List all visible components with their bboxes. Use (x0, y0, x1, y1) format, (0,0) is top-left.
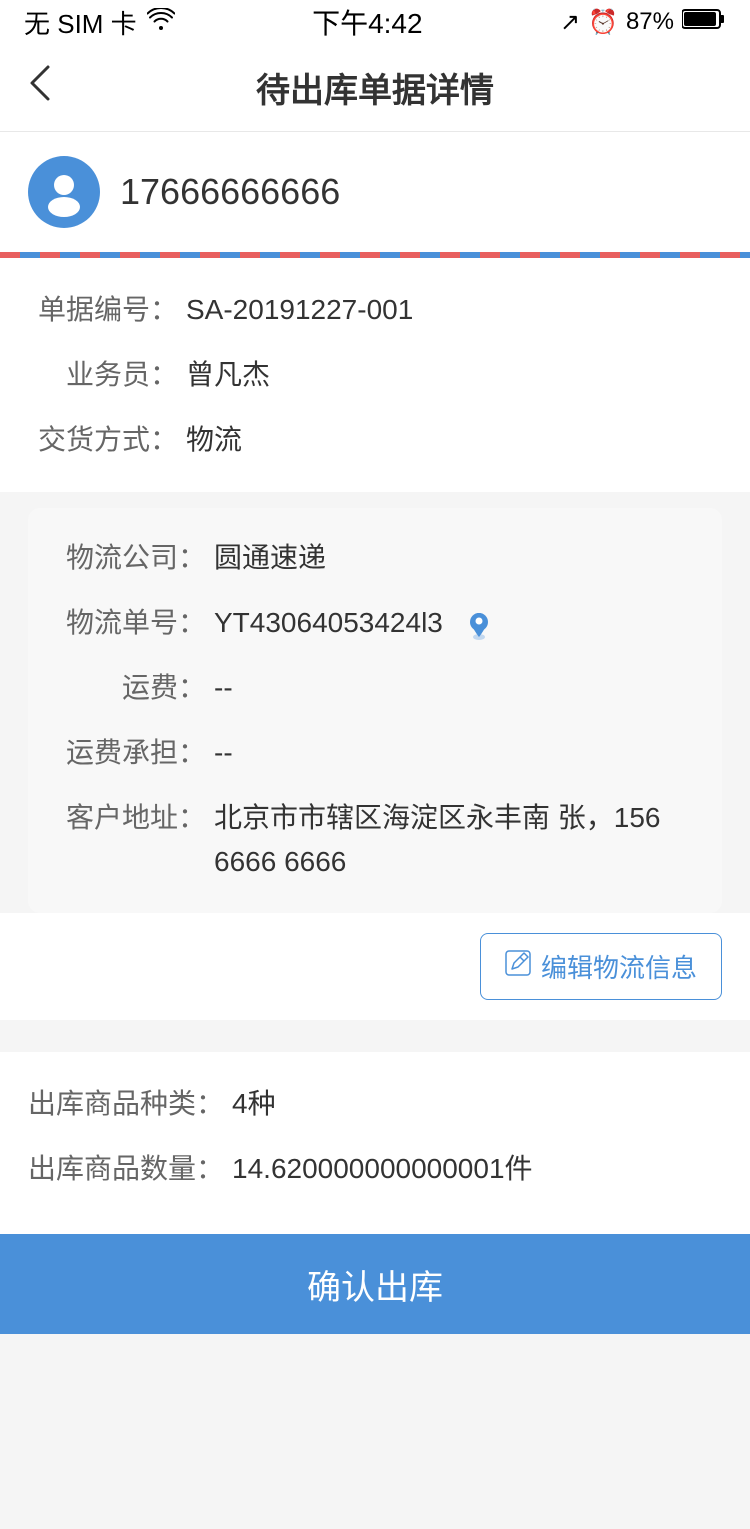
sales-rep-value: 曾凡杰 (178, 353, 722, 398)
goods-quantity-value: 14.620000000000001件 (224, 1147, 722, 1192)
goods-quantity-row: 出库商品数量： 14.620000000000001件 (28, 1147, 722, 1192)
freight-bearer-label: 运费承担： (56, 731, 206, 776)
avatar (28, 156, 100, 228)
edit-action-row: 编辑物流信息 (0, 913, 750, 1020)
confirm-bar[interactable]: 确认出库 (0, 1234, 750, 1334)
logistics-tracking-row: 物流单号： YT43064053424l3 (56, 601, 694, 646)
freight-row: 运费： -- (56, 666, 694, 711)
goods-type-label: 出库商品种类： (28, 1082, 224, 1127)
battery-text: 87% (626, 8, 674, 36)
document-number-value: SA-20191227-001 (178, 288, 722, 333)
document-number-row: 单据编号： SA-20191227-001 (28, 288, 722, 333)
freight-bearer-row: 运费承担： -- (56, 731, 694, 776)
document-info-section: 单据编号： SA-20191227-001 业务员： 曾凡杰 交货方式： 物流 (0, 258, 750, 492)
status-right: ↗ ⏰ 87% (560, 8, 726, 37)
wifi-icon (147, 8, 175, 37)
goods-type-value: 4种 (224, 1082, 722, 1127)
logistics-company-label: 物流公司： (56, 536, 206, 581)
goods-type-row: 出库商品种类： 4种 (28, 1082, 722, 1127)
sales-rep-row: 业务员： 曾凡杰 (28, 353, 722, 398)
logistics-company-value: 圆通速递 (206, 536, 694, 581)
edit-logistics-label: 编辑物流信息 (541, 948, 697, 985)
customer-header: 17666666666 (0, 132, 750, 252)
freight-bearer-value: -- (206, 731, 694, 776)
logistics-card: 物流公司： 圆通速递 物流单号： YT43064053424l3 运费： -- … (28, 508, 722, 913)
goods-section: 出库商品种类： 4种 出库商品数量： 14.620000000000001件 (0, 1052, 750, 1222)
location-icon: ↗ (560, 8, 580, 37)
address-label: 客户地址： (56, 796, 206, 841)
delivery-value: 物流 (178, 418, 722, 463)
status-time: 下午4:42 (312, 2, 423, 42)
confirm-button-label: 确认出库 (307, 1260, 443, 1309)
status-left: 无 SIM 卡 (24, 4, 175, 41)
delivery-label: 交货方式： (28, 418, 178, 463)
address-value: 北京市市辖区海淀区永丰南 张，156 6666 6666 (206, 796, 694, 886)
page-title: 待出库单据详情 (256, 63, 494, 112)
section-divider (0, 1036, 750, 1052)
alarm-icon: ⏰ (588, 8, 618, 37)
status-bar: 无 SIM 卡 下午4:42 ↗ ⏰ 87% (0, 0, 750, 44)
bottom-spacer (0, 1329, 750, 1529)
edit-logistics-button[interactable]: 编辑物流信息 (480, 933, 722, 1000)
goods-quantity-label: 出库商品数量： (28, 1147, 224, 1192)
freight-value: -- (206, 666, 694, 711)
freight-label: 运费： (56, 666, 206, 711)
delivery-row: 交货方式： 物流 (28, 418, 722, 463)
address-row: 客户地址： 北京市市辖区海淀区永丰南 张，156 6666 6666 (56, 796, 694, 886)
carrier-text: 无 SIM 卡 (24, 4, 137, 41)
logistics-tracking-label: 物流单号： (56, 601, 206, 646)
edit-icon (505, 950, 531, 983)
battery-icon (682, 8, 726, 37)
document-number-label: 单据编号： (28, 288, 178, 333)
customer-phone: 17666666666 (120, 171, 340, 213)
back-button[interactable] (28, 63, 52, 112)
location-pin-icon[interactable] (461, 607, 497, 643)
nav-bar: 待出库单据详情 (0, 44, 750, 132)
logistics-tracking-value: YT43064053424l3 (206, 601, 694, 646)
logistics-company-row: 物流公司： 圆通速递 (56, 536, 694, 581)
sales-rep-label: 业务员： (28, 353, 178, 398)
